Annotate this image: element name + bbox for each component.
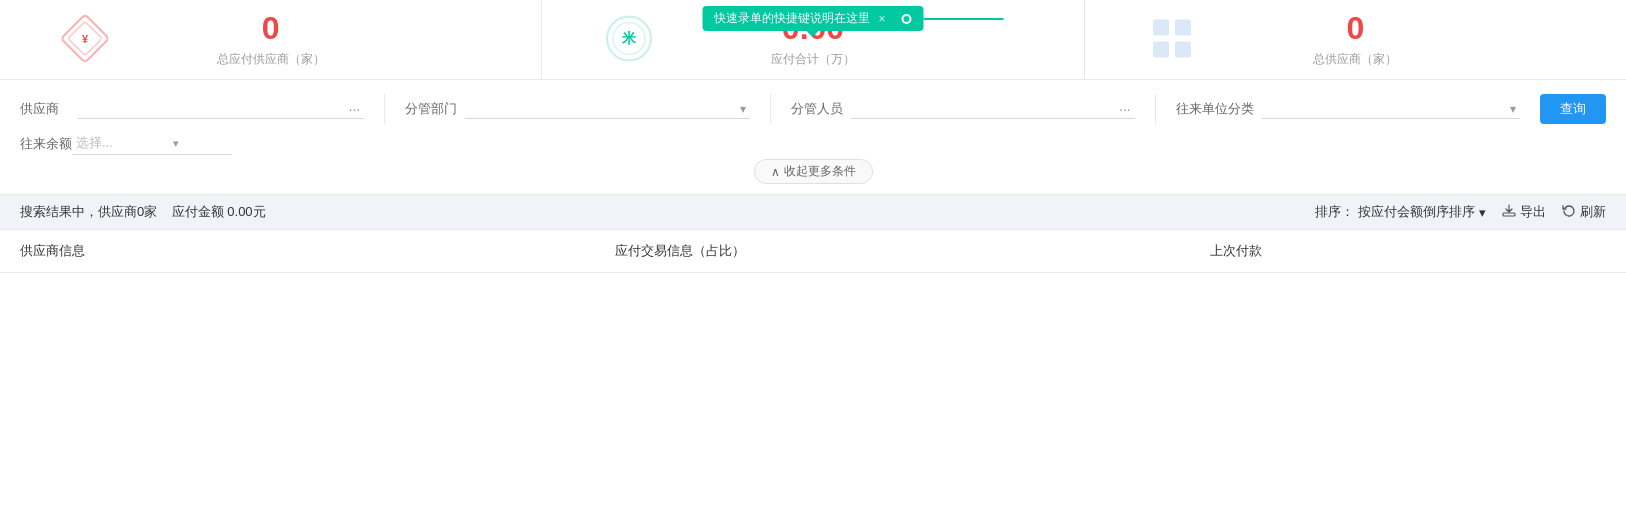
supplier-dots-btn[interactable]: ··· [345,101,365,117]
table-body [0,273,1626,515]
filter-area: 供应商 ··· 分管部门 ▾ 分管人员 ··· [0,80,1626,195]
filter-item-division: 分管部门 ▾ [405,99,749,119]
supplier-input-box: ··· [78,99,364,119]
collapse-button[interactable]: ∧ 收起更多条件 [754,159,873,184]
stat-payable-total: 米 0.00 应付合计（万） 快速录单的快捷键说明在这里 × [542,0,1084,79]
supplier-input[interactable] [78,99,345,118]
division-input[interactable] [465,99,735,118]
svg-rect-7 [1175,19,1191,35]
grid-icon [1145,11,1199,68]
filter-item-supplier: 供应商 ··· [20,99,364,119]
svg-rect-6 [1153,19,1169,35]
col-last-payment: 上次付款 [1210,242,1607,260]
balance-label: 往来余额 [20,135,72,153]
filter-row-2: 往来余额 选择... ▾ [20,132,1606,155]
export-icon [1502,204,1516,221]
stat-total-payable-suppliers: ¥ 0 总应付供应商（家） [0,0,542,79]
svg-text:米: 米 [621,29,637,45]
division-label: 分管部门 [405,100,457,118]
total-payable-number: 0 [262,11,280,46]
svg-rect-10 [1503,213,1515,216]
balance-select[interactable]: 选择... ▾ [72,132,232,155]
sort-label: 排序： [1315,203,1354,221]
col-last-payment-label: 上次付款 [1210,243,1262,258]
tooltip-text: 快速录单的快捷键说明在这里 [714,10,870,27]
manager-label: 分管人员 [791,100,843,118]
tooltip-line [923,18,1003,20]
sort-selector[interactable]: 排序： 按应付会额倒序排序 ▾ [1315,203,1486,221]
unit-category-input[interactable] [1262,99,1506,118]
results-actions: 排序： 按应付会额倒序排序 ▾ 导出 刷新 [1315,203,1606,221]
diamond-icon: ¥ [60,13,110,66]
query-button[interactable]: 查询 [1540,94,1606,124]
refresh-icon [1562,204,1576,221]
col-payable-trade-info-label: 应付交易信息（占比） [615,243,745,258]
manager-input-box: ··· [851,99,1135,119]
filter-row-1: 供应商 ··· 分管部门 ▾ 分管人员 ··· [20,94,1606,124]
tooltip-dot [901,14,911,24]
divider-2 [770,94,771,124]
manager-input[interactable] [851,99,1116,118]
collapse-row: ∧ 收起更多条件 [20,155,1606,186]
col-supplier-info-label: 供应商信息 [20,243,85,258]
svg-text:¥: ¥ [82,32,89,44]
stat-total-suppliers: 0 总供应商（家） [1085,0,1626,79]
manager-dots-btn[interactable]: ··· [1115,101,1135,117]
filter-item-manager: 分管人员 ··· [791,99,1135,119]
balance-arrow-icon: ▾ [173,137,179,150]
payable-total-label: 应付合计（万） [771,51,855,68]
stats-bar: ¥ 0 总应付供应商（家） 米 0.00 应付合计（万） 快速录单的快捷键说明在… [0,0,1626,80]
circle-icon: 米 [602,11,656,68]
unit-category-arrow-icon[interactable]: ▾ [1506,102,1520,116]
col-payable-trade-info: 应付交易信息（占比） [615,242,1210,260]
total-suppliers-label: 总供应商（家） [1313,51,1397,68]
svg-rect-9 [1175,41,1191,57]
supplier-label: 供应商 [20,100,70,118]
division-input-box: ▾ [465,99,749,119]
tooltip-close-btn[interactable]: × [878,12,885,26]
results-summary: 搜索结果中，供应商0家 [20,204,157,219]
division-arrow-icon[interactable]: ▾ [736,102,750,116]
collapse-label: 收起更多条件 [784,163,856,180]
query-btn-wrap: 查询 [1540,94,1606,124]
divider-3 [1155,94,1156,124]
refresh-label: 刷新 [1580,203,1606,221]
results-info: 搜索结果中，供应商0家 应付金额 0.00元 [20,203,266,221]
refresh-button[interactable]: 刷新 [1562,203,1606,221]
total-suppliers-number: 0 [1346,11,1364,46]
tooltip-bubble: 快速录单的快捷键说明在这里 × [702,6,923,31]
divider-1 [384,94,385,124]
results-bar: 搜索结果中，供应商0家 应付金额 0.00元 排序： 按应付会额倒序排序 ▾ 导… [0,195,1626,230]
results-amount: 应付金额 0.00元 [172,204,266,219]
export-label: 导出 [1520,203,1546,221]
collapse-chevron-icon: ∧ [771,165,780,179]
col-supplier-info: 供应商信息 [20,242,615,260]
export-button[interactable]: 导出 [1502,203,1546,221]
unit-category-label: 往来单位分类 [1176,100,1254,118]
svg-rect-8 [1153,41,1169,57]
unit-category-input-box: ▾ [1262,99,1520,119]
total-payable-label: 总应付供应商（家） [217,51,325,68]
filter-item-unit-category: 往来单位分类 ▾ [1176,99,1520,119]
sort-arrow-icon: ▾ [1479,205,1486,220]
sort-value: 按应付会额倒序排序 [1358,203,1475,221]
balance-placeholder: 选择... [76,134,113,152]
table-header: 供应商信息 应付交易信息（占比） 上次付款 [0,230,1626,273]
